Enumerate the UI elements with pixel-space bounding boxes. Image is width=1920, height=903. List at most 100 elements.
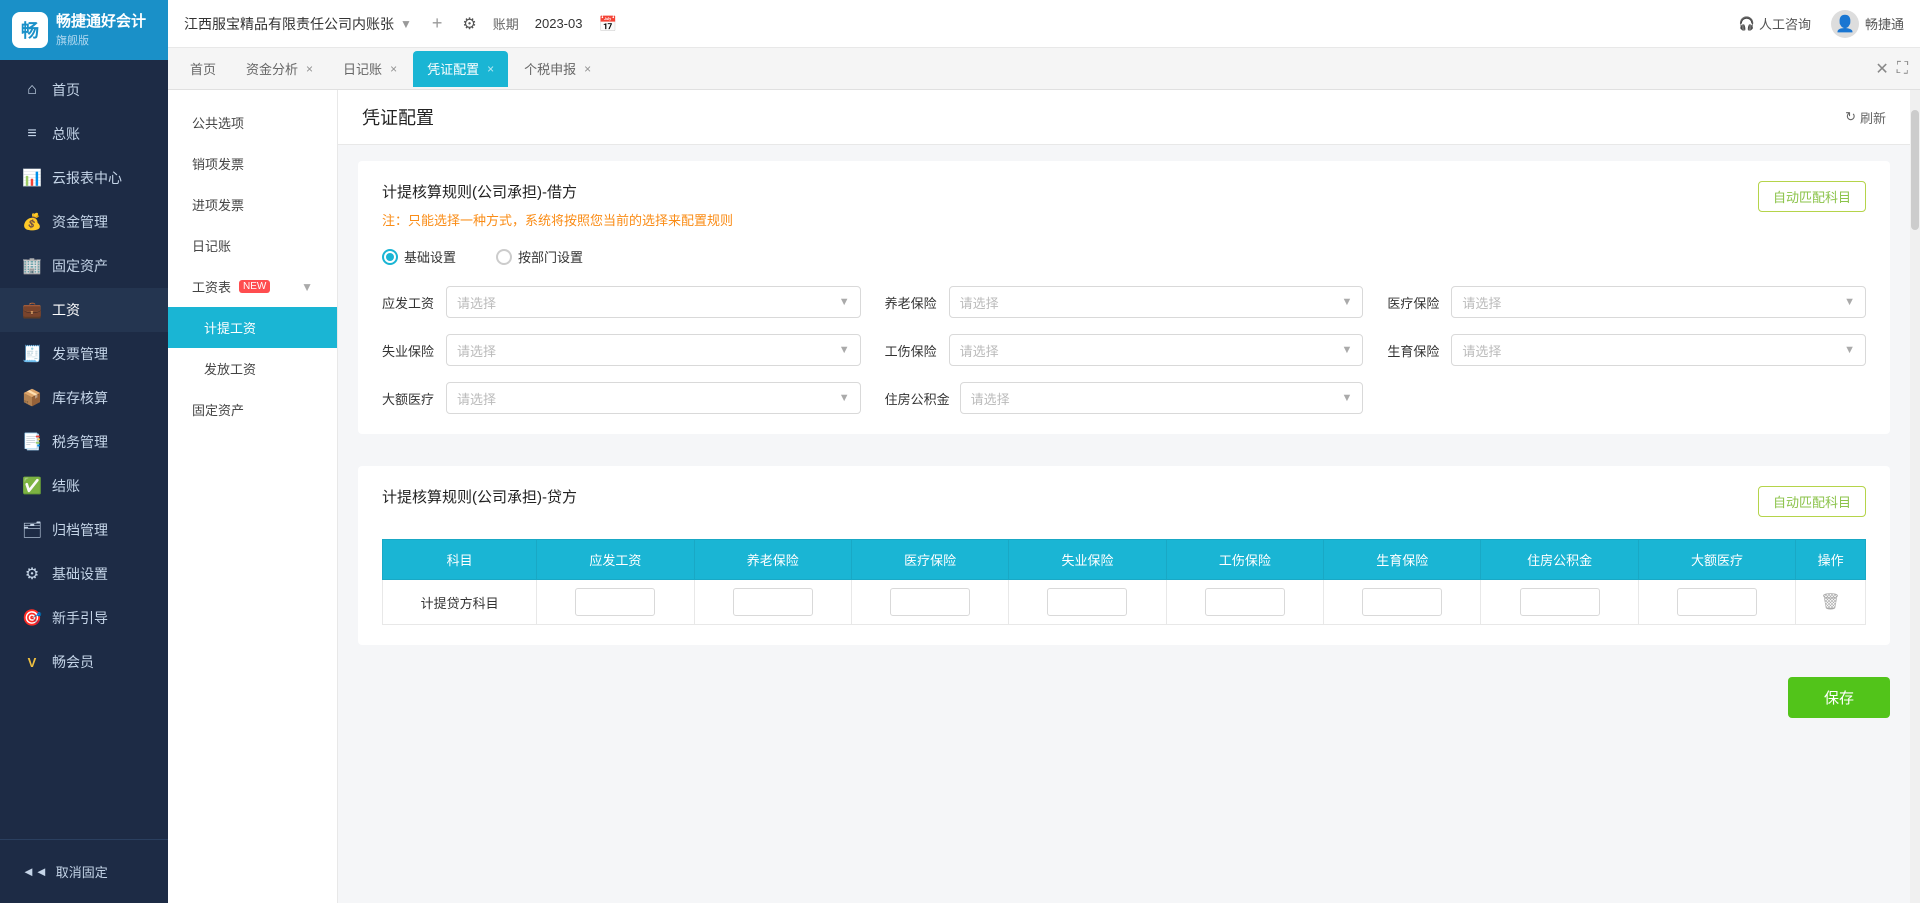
- sidebar-item-inventory[interactable]: 📦 库存核算: [0, 376, 168, 420]
- calendar-icon[interactable]: 📅: [598, 15, 617, 33]
- injury-select[interactable]: 请选择 ▼: [949, 334, 1364, 366]
- left-nav-public[interactable]: 公共选项: [168, 102, 337, 143]
- unemployment-select[interactable]: 请选择 ▼: [446, 334, 861, 366]
- nav-item-label: 发放工资: [204, 362, 256, 377]
- input-pension[interactable]: [733, 588, 813, 616]
- credit-section: 计提核算规则(公司承担)-贷方 自动匹配科目 科目 应发工资 养老保险 医疗保险…: [358, 466, 1890, 645]
- sidebar-item-close[interactable]: ✅ 结账: [0, 464, 168, 508]
- tab-journal[interactable]: 日记账 ×: [329, 51, 411, 87]
- window-close-icon[interactable]: ✕: [1875, 59, 1888, 79]
- tabbar: 首页 资金分析 × 日记账 × 凭证配置 × 个税申报 × ✕ ⛶: [168, 48, 1920, 90]
- left-nav-fixed-assets[interactable]: 固定资产: [168, 389, 337, 430]
- nav-item-label: 计提工资: [204, 321, 256, 336]
- sidebar-item-guide[interactable]: 🎯 新手引导: [0, 596, 168, 640]
- sidebar-item-tax[interactable]: 📑 税务管理: [0, 420, 168, 464]
- cell-maternity[interactable]: [1324, 580, 1481, 625]
- delete-row-icon[interactable]: 🗑: [1820, 594, 1840, 611]
- support-button[interactable]: 🎧 人工咨询: [1739, 14, 1811, 33]
- tab-home[interactable]: 首页: [176, 51, 230, 87]
- sidebar-item-home[interactable]: ⌂ 首页: [0, 68, 168, 112]
- left-nav-wages-expand[interactable]: 工资表 NEW ▼: [168, 266, 337, 307]
- field-injury: 工伤保险 请选择 ▼: [885, 334, 1364, 366]
- cell-housing-fund[interactable]: [1481, 580, 1638, 625]
- tab-tax-filing[interactable]: 个税申报 ×: [510, 51, 605, 87]
- section-header: 计提核算规则(公司承担)-借方 注：只能选择一种方式，系统将按照您当前的选择来配…: [382, 181, 1866, 243]
- window-maximize-icon[interactable]: ⛶: [1897, 60, 1908, 78]
- sidebar-item-archive[interactable]: 🗂 归档管理: [0, 508, 168, 552]
- col-unemployment: 失业保险: [1009, 540, 1166, 580]
- left-nav-wage-accrual[interactable]: 计提工资: [168, 307, 337, 348]
- debit-auto-match-button[interactable]: 自动匹配科目: [1758, 181, 1866, 212]
- sidebar-item-label: 结账: [52, 476, 80, 496]
- sidebar-item-label: 归档管理: [52, 520, 108, 540]
- cancel-fixed-label: 取消固定: [56, 862, 108, 881]
- left-nav-journal[interactable]: 日记账: [168, 225, 337, 266]
- settings-gear-icon[interactable]: ⚙: [462, 14, 476, 34]
- maternity-select[interactable]: 请选择 ▼: [1451, 334, 1866, 366]
- user-menu[interactable]: 👤 畅捷通: [1831, 10, 1904, 38]
- sidebar-item-assets[interactable]: 🏢 固定资产: [0, 244, 168, 288]
- medical-select[interactable]: 请选择 ▼: [1451, 286, 1866, 318]
- radio-dept-setting[interactable]: 按部门设置: [496, 247, 583, 266]
- tab-close-icon[interactable]: ×: [584, 62, 591, 76]
- sidebar-item-member[interactable]: V 畅会员: [0, 640, 168, 684]
- cell-gross-wage[interactable]: [537, 580, 694, 625]
- scrollbar[interactable]: [1910, 90, 1920, 903]
- headset-icon: 🎧: [1739, 16, 1755, 32]
- cancel-fixed-button[interactable]: ◄◄ 取消固定: [0, 852, 168, 891]
- large-medical-select[interactable]: 请选择 ▼: [446, 382, 861, 414]
- cell-action[interactable]: 🗑: [1796, 580, 1866, 625]
- guide-icon: 🎯: [22, 608, 42, 628]
- period-value: 2023-03: [535, 16, 583, 31]
- left-navigation: 公共选项 销项发票 进项发票 日记账 工资表 NEW ▼ 计提工资: [168, 90, 338, 903]
- radio-basic-setting[interactable]: 基础设置: [382, 247, 456, 266]
- left-nav-sales-invoice[interactable]: 销项发票: [168, 143, 337, 184]
- credit-auto-match-button[interactable]: 自动匹配科目: [1758, 486, 1866, 517]
- tab-close-icon[interactable]: ×: [390, 62, 397, 76]
- select-caret-icon: ▼: [1844, 344, 1855, 356]
- sidebar-item-funds[interactable]: 💰 资金管理: [0, 200, 168, 244]
- input-maternity[interactable]: [1362, 588, 1442, 616]
- tab-close-icon[interactable]: ×: [487, 62, 494, 76]
- tab-close-icon[interactable]: ×: [306, 62, 313, 76]
- sidebar-item-invoice[interactable]: 🧾 发票管理: [0, 332, 168, 376]
- sidebar-item-settings[interactable]: ⚙ 基础设置: [0, 552, 168, 596]
- page-title: 凭证配置: [362, 104, 434, 130]
- field-label: 生育保险: [1387, 341, 1441, 360]
- tab-funds-analysis[interactable]: 资金分析 ×: [232, 51, 327, 87]
- select-caret-icon: ▼: [1341, 392, 1352, 404]
- company-selector[interactable]: 江西服宝精品有限责任公司内账张 ▼: [184, 14, 412, 34]
- cell-pension[interactable]: [694, 580, 851, 625]
- sidebar-item-ledger[interactable]: ≡ 总账: [0, 112, 168, 156]
- input-large-medical[interactable]: [1677, 588, 1757, 616]
- input-housing-fund[interactable]: [1520, 588, 1600, 616]
- input-medical[interactable]: [890, 588, 970, 616]
- scroll-thumb[interactable]: [1911, 110, 1919, 230]
- cell-large-medical[interactable]: [1638, 580, 1795, 625]
- tax-icon: 📑: [22, 432, 42, 452]
- sidebar-item-reports[interactable]: 📊 云报表中心: [0, 156, 168, 200]
- left-nav-purchase-invoice[interactable]: 进项发票: [168, 184, 337, 225]
- select-placeholder: 请选择: [960, 293, 999, 312]
- input-unemployment[interactable]: [1047, 588, 1127, 616]
- tab-voucher-config[interactable]: 凭证配置 ×: [413, 51, 508, 87]
- sidebar-item-label: 工资: [52, 300, 80, 320]
- refresh-button[interactable]: ↻ 刷新: [1845, 108, 1886, 127]
- left-nav-wage-payment[interactable]: 发放工资: [168, 348, 337, 389]
- cell-medical[interactable]: [851, 580, 1008, 625]
- funds-icon: 💰: [22, 212, 42, 232]
- input-gross-wage[interactable]: [575, 588, 655, 616]
- housing-fund-select[interactable]: 请选择 ▼: [960, 382, 1364, 414]
- sidebar-item-wages[interactable]: 💼 工资: [0, 288, 168, 332]
- gross-wage-select[interactable]: 请选择 ▼: [446, 286, 861, 318]
- input-injury[interactable]: [1205, 588, 1285, 616]
- topbar: 江西服宝精品有限责任公司内账张 ▼ + ⚙ 账期 2023-03 📅 🎧 人工咨…: [168, 0, 1920, 48]
- cell-unemployment[interactable]: [1009, 580, 1166, 625]
- cell-injury[interactable]: [1166, 580, 1323, 625]
- save-button[interactable]: 保存: [1788, 677, 1890, 718]
- add-tab-button[interactable]: +: [428, 9, 447, 38]
- pension-select[interactable]: 请选择 ▼: [949, 286, 1364, 318]
- select-placeholder: 请选择: [457, 293, 496, 312]
- username-label: 畅捷通: [1865, 14, 1904, 33]
- radio-dept-label: 按部门设置: [518, 247, 583, 266]
